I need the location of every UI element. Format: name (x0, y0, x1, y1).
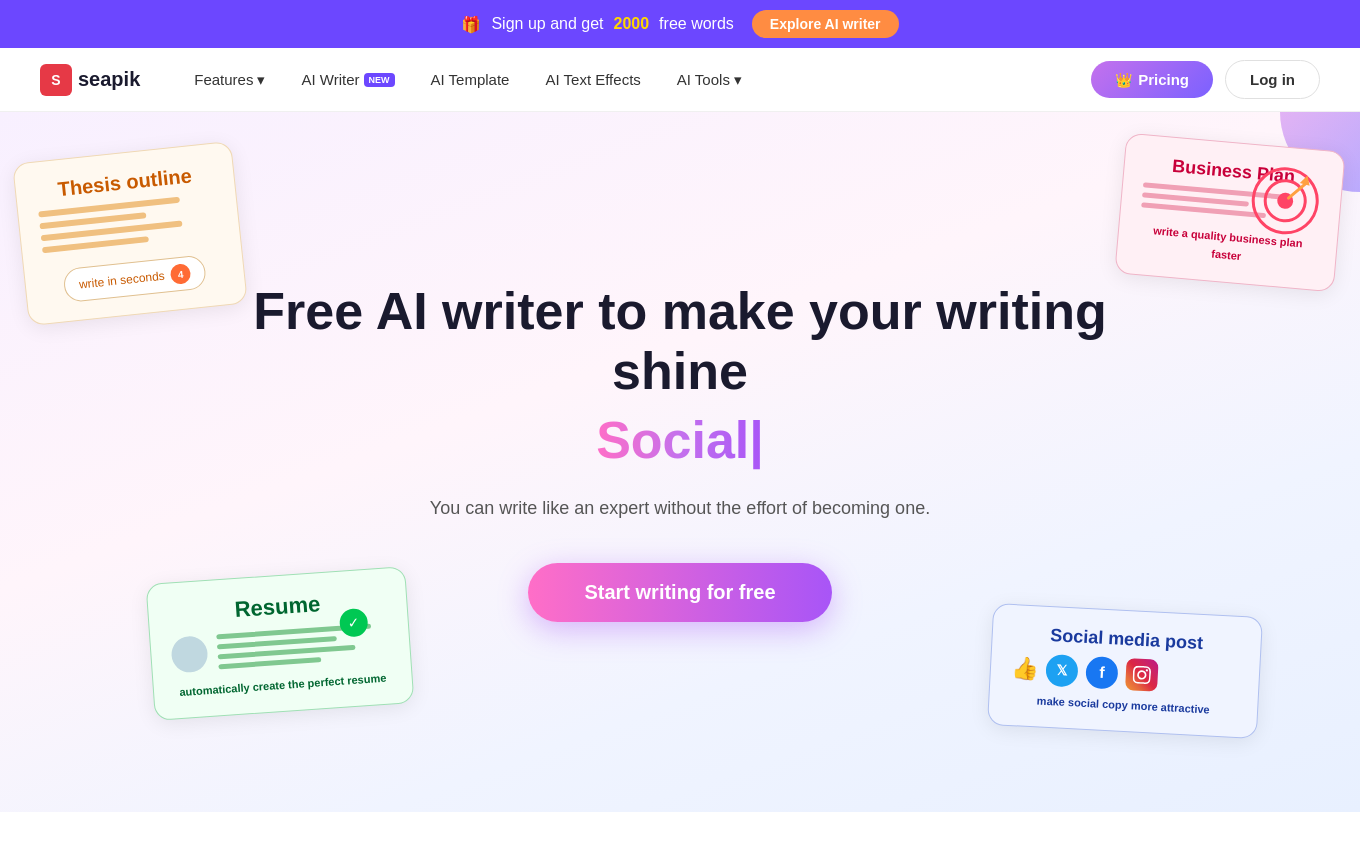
nav-features[interactable]: Features ▾ (180, 63, 279, 97)
pricing-button[interactable]: 👑 Pricing (1091, 61, 1213, 98)
biz-line-3 (1141, 202, 1266, 218)
top-banner: 🎁 Sign up and get 2000 free words Explor… (0, 0, 1360, 48)
nav-links: Features ▾ AI Writer NEW AI Template AI … (180, 63, 1091, 97)
ai-tools-label: AI Tools (677, 71, 730, 88)
facebook-icon: f (1085, 656, 1119, 690)
like-icon: 👍 (1010, 655, 1038, 682)
resume-line-4 (218, 657, 321, 669)
social-icons-row: 👍 𝕏 f (1010, 652, 1239, 696)
resume-lines (216, 622, 390, 674)
resume-content (170, 622, 390, 677)
logo[interactable]: S seapik (40, 64, 140, 96)
hero-subtitle: You can write like an expert without the… (430, 494, 930, 523)
ai-text-effects-label: AI Text Effects (545, 71, 640, 88)
svg-line-3 (1288, 181, 1306, 199)
banner-prefix: Sign up and get (491, 15, 603, 33)
thesis-line-4 (42, 236, 149, 253)
login-button[interactable]: Log in (1225, 60, 1320, 99)
features-label: Features (194, 71, 253, 88)
pricing-label: Pricing (1138, 71, 1189, 88)
nav-ai-template[interactable]: AI Template (417, 63, 524, 96)
thesis-card: Thesis outline write in seconds 4 (12, 141, 248, 326)
resume-line-3 (218, 644, 356, 659)
ai-tools-chevron-icon: ▾ (734, 71, 742, 89)
resume-line-2 (217, 636, 337, 649)
hero-title: Free AI writer to make your writing shin… (230, 282, 1130, 402)
nav-actions: 👑 Pricing Log in (1091, 60, 1320, 99)
svg-marker-4 (1300, 175, 1311, 186)
nav-ai-writer[interactable]: AI Writer NEW (287, 63, 408, 96)
thesis-badge: 4 (170, 263, 192, 285)
svg-point-0 (1251, 166, 1320, 235)
biz-line-2 (1142, 192, 1249, 206)
thesis-line-1 (38, 197, 180, 218)
features-chevron-icon: ▾ (257, 71, 265, 89)
write-in-seconds-btn: write in seconds 4 (62, 254, 207, 303)
resume-line-1 (216, 623, 371, 639)
banner-highlight: 2000 (614, 15, 650, 33)
nav-ai-tools[interactable]: AI Tools ▾ (663, 63, 756, 97)
resume-card-title: Resume (168, 586, 387, 627)
instagram-icon (1125, 658, 1159, 692)
resume-card-inner: Resume ✓ automatically create the perfec… (168, 586, 392, 700)
ai-template-label: AI Template (431, 71, 510, 88)
thesis-card-title: Thesis outline (35, 162, 214, 203)
thesis-line-2 (39, 212, 146, 229)
svg-point-2 (1277, 192, 1294, 209)
business-card-inner: Business Plan write a quality business p… (1137, 153, 1323, 271)
resume-create-text: automatically create the perfect resume (174, 670, 393, 701)
navbar: S seapik Features ▾ AI Writer NEW AI Tem… (0, 48, 1360, 112)
ai-writer-label: AI Writer (301, 71, 359, 88)
write-quality-text: write a quality business plan faster (1153, 224, 1303, 262)
resume-check-icon: ✓ (339, 607, 369, 637)
thesis-line-3 (41, 220, 183, 241)
cover-section: Cover 600+ free AI writing tools (0, 812, 1360, 859)
logo-text: seapik (78, 68, 140, 91)
biz-line-1 (1143, 182, 1285, 199)
crown-icon: 👑 (1115, 72, 1132, 88)
svg-point-1 (1264, 179, 1307, 222)
hero-section: Thesis outline write in seconds 4 Busine… (0, 112, 1360, 812)
nav-ai-text-effects[interactable]: AI Text Effects (531, 63, 654, 96)
resume-card: Resume ✓ automatically create the perfec… (146, 566, 415, 721)
resume-avatar (170, 635, 208, 673)
social-card: Social media post 👍 𝕏 f make social copy… (987, 603, 1263, 739)
explore-ai-writer-button[interactable]: Explore AI writer (752, 10, 899, 38)
banner-suffix: free words (659, 15, 734, 33)
social-card-title: Social media post (1012, 623, 1241, 656)
start-writing-button[interactable]: Start writing for free (528, 563, 831, 622)
decorative-circle (1280, 112, 1360, 192)
social-copy-text: make social copy more attractive (1009, 692, 1237, 719)
logo-icon: S (40, 64, 72, 96)
new-badge: NEW (364, 73, 395, 87)
write-seconds-label: write in seconds (78, 269, 165, 292)
gift-icon: 🎁 (461, 15, 481, 34)
hero-animated-word: Social| (596, 410, 764, 470)
business-lines (1141, 182, 1321, 222)
twitter-icon: 𝕏 (1045, 653, 1079, 687)
